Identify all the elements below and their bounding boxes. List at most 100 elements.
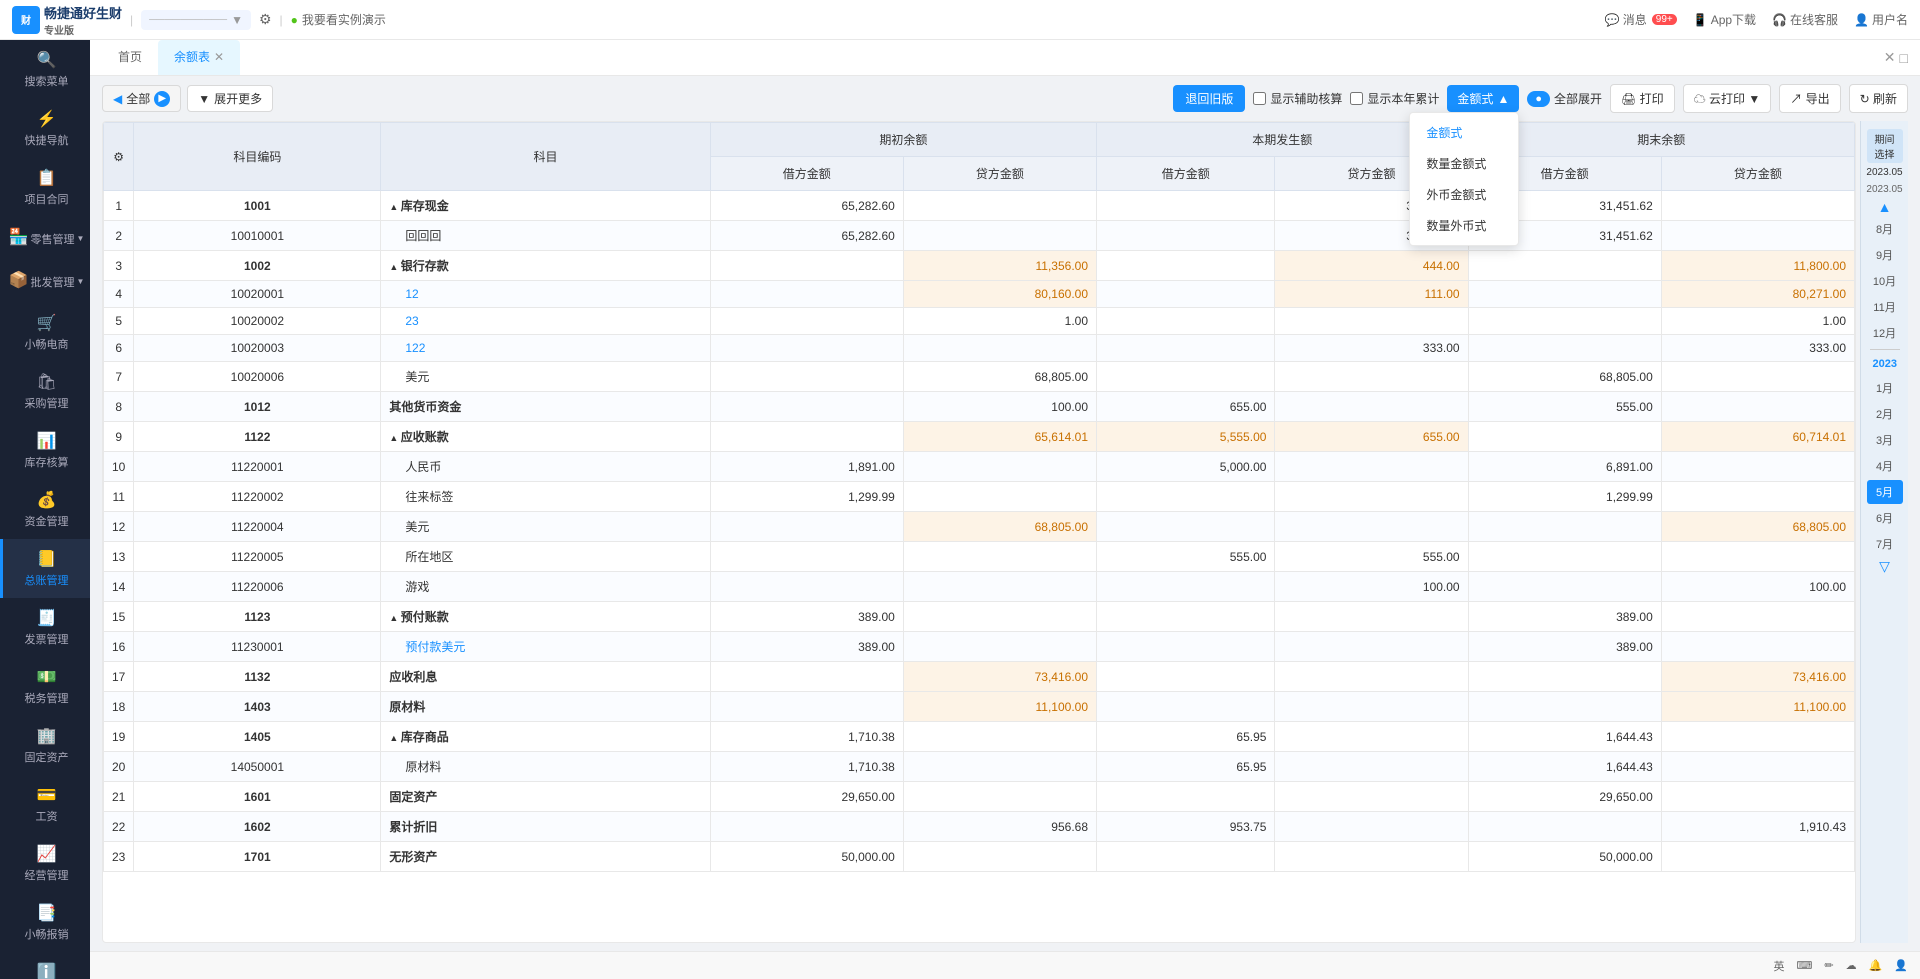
show-year-checkbox[interactable]: 显示本年累计 — [1350, 90, 1439, 107]
demo-link[interactable]: ● 我要看实例演示 — [291, 11, 386, 28]
period-4[interactable]: 4月 — [1867, 454, 1903, 478]
sidebar-item-inventory[interactable]: 📊 库存核算 — [0, 421, 90, 480]
tab-close-btn[interactable]: ✕ — [214, 50, 224, 64]
cell-financial — [1468, 251, 1661, 281]
input-bar[interactable]: ────────── ▼ — [141, 10, 251, 30]
user-profile-btn[interactable]: 👤 — [1894, 959, 1908, 972]
period-12[interactable]: 12月 — [1867, 321, 1903, 345]
period-6[interactable]: 6月 — [1867, 506, 1903, 530]
sidebar-item-fixed-assets[interactable]: 🏢 固定资产 — [0, 716, 90, 775]
cell-financial — [1275, 632, 1468, 662]
sidebar-item-invoice[interactable]: 🧾 发票管理 — [0, 598, 90, 657]
period-11[interactable]: 11月 — [1867, 295, 1903, 319]
sidebar-item-basic[interactable]: ℹ️ 基础信息 — [0, 952, 90, 979]
tab-home[interactable]: 首页 — [102, 40, 158, 75]
expand-more-btn[interactable]: ▼ 展开更多 — [187, 85, 273, 112]
cloud-sync-btn[interactable]: ☁ — [1846, 959, 1857, 972]
period-up-btn[interactable]: ▲ — [1878, 199, 1892, 215]
table-row: 221602累计折旧956.68953.751,910.43 — [104, 812, 1855, 842]
sidebar-item-capital[interactable]: 💰 资金管理 — [0, 480, 90, 539]
sidebar-item-ecommerce[interactable]: 🛒 小畅电商 — [0, 303, 90, 362]
expand-all-toggle[interactable]: ● 全部展开 — [1527, 90, 1602, 107]
return-old-btn[interactable]: 退回旧版 — [1173, 85, 1245, 112]
period-3[interactable]: 3月 — [1867, 428, 1903, 452]
cell-financial — [1275, 812, 1468, 842]
sidebar-item-payroll[interactable]: 💳 工资 — [0, 775, 90, 834]
cell-financial — [1097, 782, 1275, 812]
export-btn[interactable]: ↗ 导出 — [1779, 84, 1840, 113]
show-auxiliary-checkbox[interactable]: 显示辅助核算 — [1253, 90, 1342, 107]
dropdown-item-amount[interactable]: 金额式 — [1410, 117, 1518, 148]
lang-icon: 英 — [1773, 958, 1784, 974]
year-checkbox-input[interactable] — [1350, 92, 1363, 105]
lang-switcher[interactable]: 英 — [1773, 958, 1784, 974]
notification-btn[interactable]: 🔔 — [1869, 959, 1883, 972]
period-year-start: 2023.05 — [1866, 165, 1902, 180]
sidebar-item-quicknav[interactable]: ⚡ 快捷导航 — [0, 99, 90, 158]
dropdown-item-foreign-amount[interactable]: 外币金额式 — [1410, 179, 1518, 210]
period-9[interactable]: 9月 — [1867, 243, 1903, 267]
right-panel: 期间选择 2023.05 2023.05 ▲ 8月 9月 10月 11月 12月… — [1860, 121, 1908, 943]
print-btn[interactable]: 🖨 打印 — [1610, 84, 1675, 113]
cell-financial: 50,000.00 — [1468, 842, 1661, 872]
period-selector-title[interactable]: 期间选择 — [1867, 129, 1903, 163]
cell-account-code: 1123 — [134, 602, 381, 632]
sales-icon: 📑 — [37, 903, 57, 923]
refresh-icon: ↻ — [1860, 92, 1870, 106]
cell-account-name[interactable]: 其他货币资金 — [381, 392, 710, 422]
cell-financial — [903, 221, 1096, 251]
refresh-btn[interactable]: ↻ 刷新 — [1849, 84, 1908, 113]
period-7[interactable]: 7月 — [1867, 532, 1903, 556]
edit-btn[interactable]: ✏ — [1824, 959, 1833, 972]
top-bar: 财 畅捷通好生财 专业版 | ────────── ▼ ⚙ | ● 我要看实例演… — [0, 0, 1920, 40]
toggle-switch[interactable]: ● — [1527, 91, 1550, 107]
cell-financial: 60,714.01 — [1661, 422, 1854, 452]
sidebar-item-contract[interactable]: 📋 项目合同 — [0, 158, 90, 217]
period-down-btn[interactable]: ▽ — [1879, 558, 1890, 575]
sidebar-item-retail[interactable]: 🏪 零售管理 ▼ — [0, 217, 90, 260]
online-service-btn[interactable]: 🎧 在线客服 — [1772, 11, 1838, 28]
close-window-btn[interactable]: ✕ — [1884, 49, 1896, 66]
tab-balance[interactable]: 余额表 ✕ — [158, 40, 240, 75]
cell-financial: 953.75 — [1097, 812, 1275, 842]
sidebar-item-general-ledger[interactable]: 📒 总账管理 — [0, 539, 90, 598]
period-2[interactable]: 2月 — [1867, 402, 1903, 426]
sidebar-item-search[interactable]: 🔍 搜索菜单 — [0, 40, 90, 99]
sidebar-item-sales[interactable]: 📑 小畅报销 — [0, 893, 90, 952]
period-1[interactable]: 1月 — [1867, 376, 1903, 400]
cell-row-num: 19 — [104, 722, 134, 752]
period-10[interactable]: 10月 — [1867, 269, 1903, 293]
cell-account-name[interactable]: 12 — [381, 281, 710, 308]
sidebar-item-purchase[interactable]: 🛍 采购管理 — [0, 362, 90, 421]
sidebar-item-tax[interactable]: 💵 税务管理 — [0, 657, 90, 716]
sidebar-item-operations[interactable]: 📈 经营管理 — [0, 834, 90, 893]
cell-account-name[interactable]: 预付款美元 — [381, 632, 710, 662]
th-ob-debit: 借方金额 — [710, 157, 903, 191]
period-5[interactable]: 5月 — [1867, 480, 1903, 504]
period-8[interactable]: 8月 — [1867, 217, 1903, 241]
settings-icon[interactable]: ⚙ — [259, 11, 272, 28]
period-year-2023[interactable]: 2023 — [1867, 354, 1903, 374]
auxiliary-checkbox-input[interactable] — [1253, 92, 1266, 105]
cloud-print-btn[interactable]: ☁ 云打印 ▼ — [1683, 84, 1772, 113]
message-btn[interactable]: 💬 消息 99+ — [1605, 11, 1677, 28]
cell-account-code: 1403 — [134, 692, 381, 722]
cell-row-num: 22 — [104, 812, 134, 842]
user-avatar[interactable]: 👤 用户名 — [1854, 11, 1908, 28]
sidebar-item-wholesale[interactable]: 📦 批发管理 ▼ — [0, 260, 90, 303]
cell-financial — [903, 632, 1096, 662]
dropdown-item-qty-amount[interactable]: 数量金额式 — [1410, 148, 1518, 179]
keyboard-btn[interactable]: ⌨ — [1796, 959, 1812, 972]
table-row: 211601固定资产29,650.0029,650.00 — [104, 782, 1855, 812]
cell-account-name[interactable]: 122 — [381, 335, 710, 362]
dropdown-item-qty-foreign[interactable]: 数量外币式 — [1410, 210, 1518, 241]
cell-account-name[interactable]: 23 — [381, 308, 710, 335]
th-settings[interactable]: ⚙ — [104, 123, 134, 191]
cell-financial: 1,299.99 — [710, 482, 903, 512]
amount-style-btn[interactable]: 金额式 ▲ — [1447, 85, 1519, 112]
all-filter-btn[interactable]: ◀ 全部 ▶ — [102, 85, 181, 112]
retail-icon: 🏪 — [9, 227, 29, 247]
app-download-btn[interactable]: 📱 App下载 — [1693, 11, 1756, 28]
maximize-window-btn[interactable]: □ — [1900, 50, 1908, 66]
table-row: 171132应收利息73,416.0073,416.00 — [104, 662, 1855, 692]
